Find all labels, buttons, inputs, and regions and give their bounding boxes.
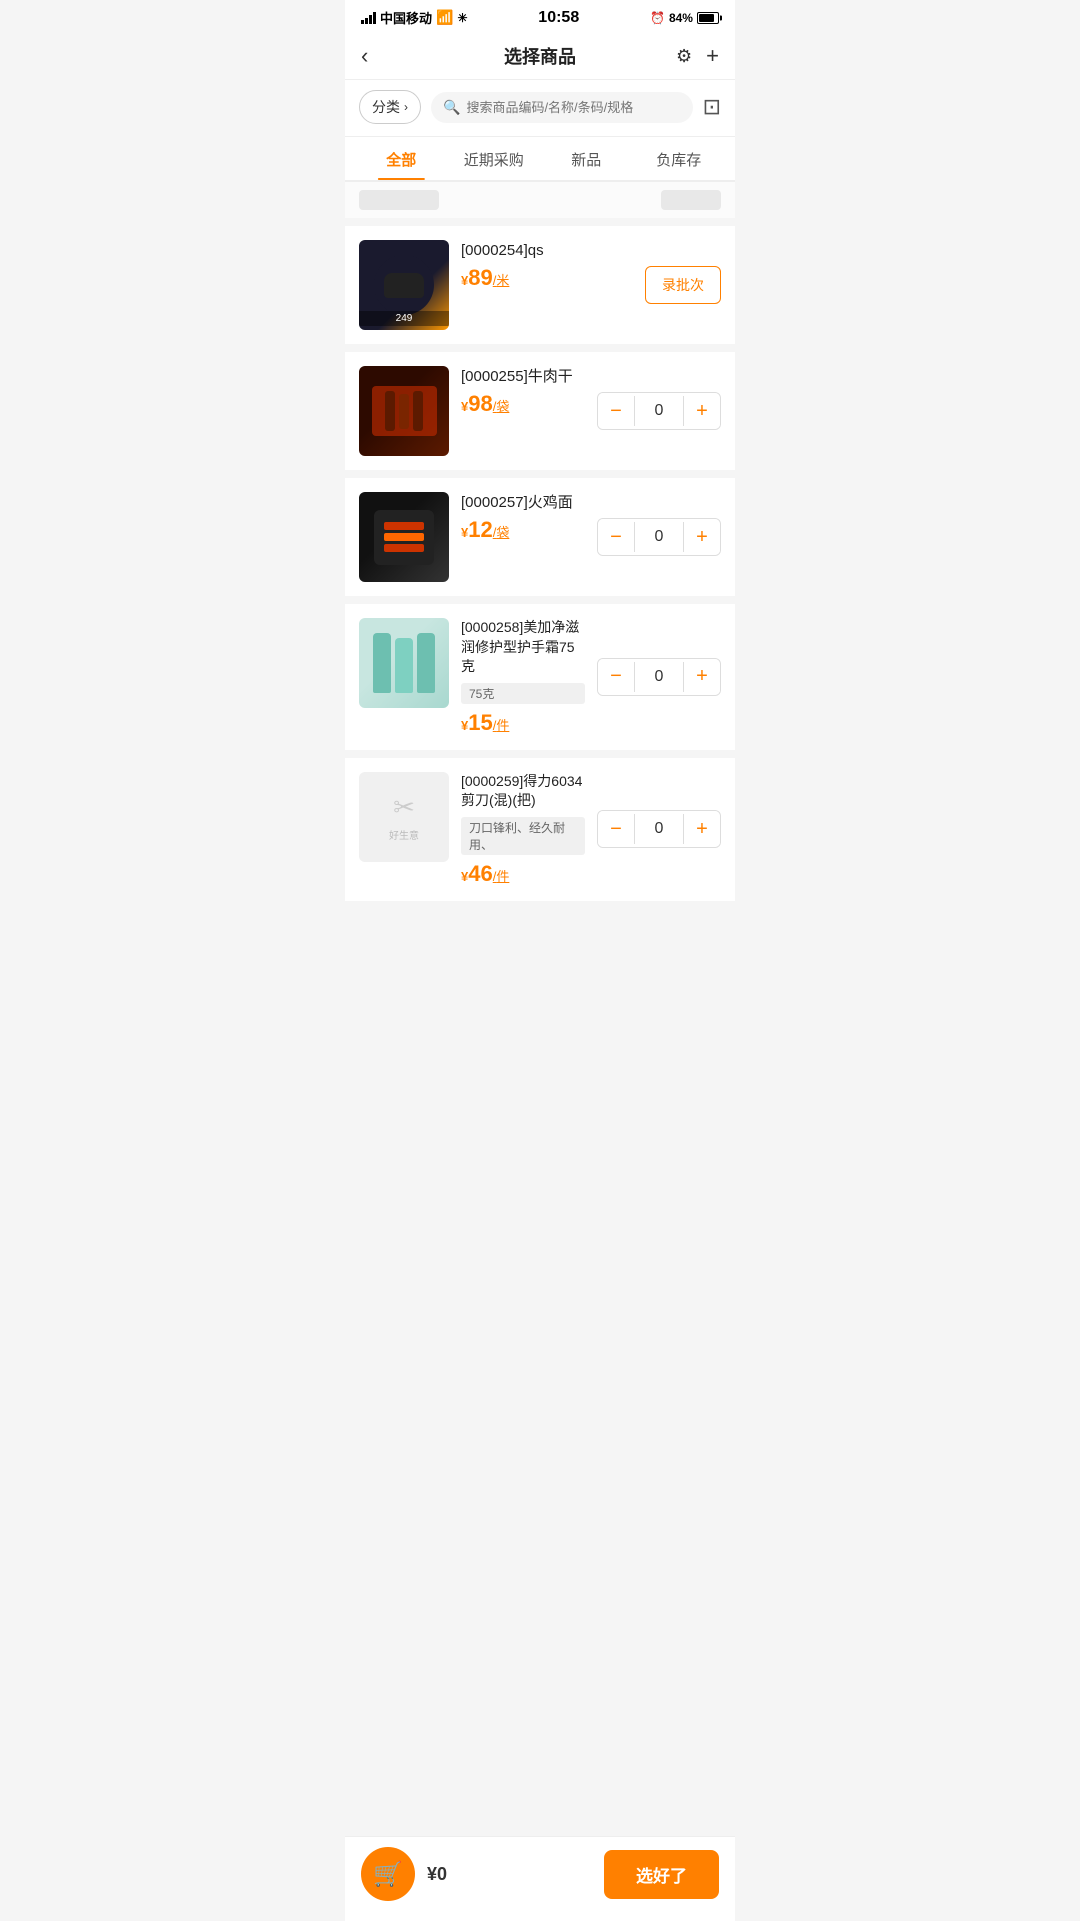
search-input-wrap: 🔍 xyxy=(431,92,693,123)
add-icon[interactable]: + xyxy=(706,43,719,69)
list-item: ✂ 好生意 [0000259]得力6034剪刀(混)(把) 刀口锋利、经久耐用、… xyxy=(345,758,735,901)
product-image-0000255 xyxy=(359,366,449,456)
product-price-0000257: ¥ 12 / 袋 xyxy=(461,517,585,543)
carrier-label: 中国移动 xyxy=(380,8,432,27)
qty-increase-button[interactable]: + xyxy=(684,393,720,429)
status-right: ⏰ 84% xyxy=(650,11,719,25)
battery-label: 84% xyxy=(669,11,693,25)
status-time: 10:58 xyxy=(538,9,579,27)
record-batch-button[interactable]: 录批次 xyxy=(645,266,721,304)
product-image-0000258 xyxy=(359,618,449,708)
product-info-0000257: [0000257]火鸡面 ¥ 12 / 袋 xyxy=(461,492,585,543)
product-action-0000259: − 0 + xyxy=(597,810,721,848)
product-name: [0000255]牛肉干 xyxy=(461,366,585,387)
list-item: 249 [0000254]qs ¥ 89 / 米 录批次 xyxy=(345,226,735,344)
product-price-0000259: ¥ 46 / 件 xyxy=(461,861,585,887)
list-item: [0000258]美加净滋润修护型护手霜75克 75克 ¥ 15 / 件 − 0… xyxy=(345,604,735,750)
product-action-0000257: − 0 + xyxy=(597,518,721,556)
product-tag: 75克 xyxy=(461,683,585,704)
cart-button[interactable]: 🛒 xyxy=(361,1847,415,1901)
header-right: ⚙ + xyxy=(671,43,719,69)
tabs-bar: 全部 近期采购 新品 负库存 xyxy=(345,137,735,182)
alarm-icon: ⏰ xyxy=(650,11,665,25)
product-name: [0000259]得力6034剪刀(混)(把) xyxy=(461,772,585,811)
qty-decrease-button[interactable]: − xyxy=(598,519,634,555)
product-image-0000259: ✂ 好生意 xyxy=(359,772,449,862)
tab-all[interactable]: 全部 xyxy=(355,137,448,180)
quantity-control-0000257: − 0 + xyxy=(597,518,721,556)
header: ‹ 选择商品 ⚙ + xyxy=(345,33,735,80)
product-action-0000254: 录批次 xyxy=(645,266,721,304)
product-info-0000255: [0000255]牛肉干 ¥ 98 / 袋 xyxy=(461,366,585,417)
qty-value: 0 xyxy=(634,396,684,426)
sync-icon: ✳ xyxy=(457,11,467,25)
qty-value: 0 xyxy=(634,814,684,844)
cart-icon: 🛒 xyxy=(373,1860,403,1889)
tab-negative[interactable]: 负库存 xyxy=(633,137,726,180)
product-info-0000258: [0000258]美加净滋润修护型护手霜75克 75克 ¥ 15 / 件 xyxy=(461,618,585,736)
tab-recent[interactable]: 近期采购 xyxy=(448,137,541,180)
back-button[interactable]: ‹ xyxy=(361,43,368,69)
product-action-0000258: − 0 + xyxy=(597,658,721,696)
product-price-0000255: ¥ 98 / 袋 xyxy=(461,391,585,417)
chevron-right-icon: › xyxy=(404,100,408,114)
search-icon: 🔍 xyxy=(443,99,460,116)
product-info-0000254: [0000254]qs ¥ 89 / 米 xyxy=(461,240,633,291)
product-name: [0000257]火鸡面 xyxy=(461,492,585,513)
list-item: [0000255]牛肉干 ¥ 98 / 袋 − 0 + xyxy=(345,352,735,470)
scan-button[interactable]: ⊡ xyxy=(703,94,721,120)
qty-decrease-button[interactable]: − xyxy=(598,659,634,695)
product-image-0000257 xyxy=(359,492,449,582)
quantity-control-0000259: − 0 + xyxy=(597,810,721,848)
qty-increase-button[interactable]: + xyxy=(684,659,720,695)
list-item: [0000257]火鸡面 ¥ 12 / 袋 − 0 + xyxy=(345,478,735,596)
tab-new[interactable]: 新品 xyxy=(540,137,633,180)
search-section: 分类 › 🔍 ⊡ xyxy=(345,80,735,137)
product-name: [0000258]美加净滋润修护型护手霜75克 xyxy=(461,618,585,677)
qty-increase-button[interactable]: + xyxy=(684,811,720,847)
status-left: 中国移动 📶 ✳ xyxy=(361,8,468,27)
search-input[interactable] xyxy=(466,100,680,115)
quantity-control-0000258: − 0 + xyxy=(597,658,721,696)
product-info-0000259: [0000259]得力6034剪刀(混)(把) 刀口锋利、经久耐用、 ¥ 46 … xyxy=(461,772,585,887)
wifi-icon: 📶 xyxy=(436,9,453,26)
quantity-control-0000255: − 0 + xyxy=(597,392,721,430)
product-image-0000254: 249 xyxy=(359,240,449,330)
product-price-0000258: ¥ 15 / 件 xyxy=(461,710,585,736)
bottom-bar: 🛒 ¥0 选好了 xyxy=(345,1836,735,1921)
product-list: 249 [0000254]qs ¥ 89 / 米 录批次 [0000255]牛肉… xyxy=(345,226,735,901)
confirm-button[interactable]: 选好了 xyxy=(604,1850,719,1899)
qty-decrease-button[interactable]: − xyxy=(598,811,634,847)
partial-top-item xyxy=(345,182,735,218)
page-title: 选择商品 xyxy=(409,43,671,69)
cart-total: ¥0 xyxy=(427,1864,592,1885)
category-button[interactable]: 分类 › xyxy=(359,90,421,124)
qty-increase-button[interactable]: + xyxy=(684,519,720,555)
filter-icon[interactable]: ⚙ xyxy=(676,46,692,67)
qty-decrease-button[interactable]: − xyxy=(598,393,634,429)
product-name: [0000254]qs xyxy=(461,240,633,261)
signal-icon xyxy=(361,12,376,24)
qty-value: 0 xyxy=(634,662,684,692)
product-tag: 刀口锋利、经久耐用、 xyxy=(461,817,585,855)
battery-icon xyxy=(697,12,719,24)
qty-value: 0 xyxy=(634,522,684,552)
product-action-0000255: − 0 + xyxy=(597,392,721,430)
header-left: ‹ xyxy=(361,43,409,69)
status-bar: 中国移动 📶 ✳ 10:58 ⏰ 84% xyxy=(345,0,735,33)
product-price-0000254: ¥ 89 / 米 xyxy=(461,265,633,291)
category-label: 分类 xyxy=(372,97,400,117)
